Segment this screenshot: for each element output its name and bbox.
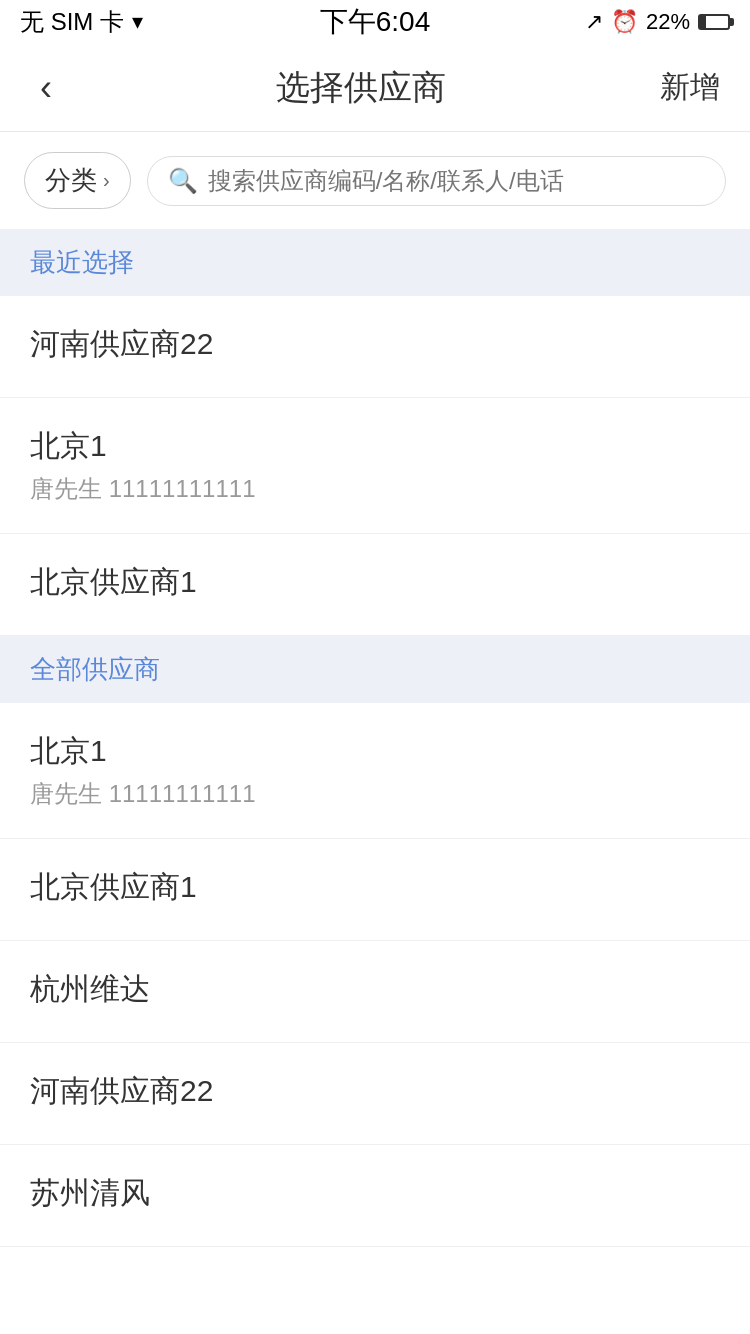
category-filter-button[interactable]: 分类 › — [24, 152, 131, 209]
list-item[interactable]: 北京1 唐先生 11111111111 — [0, 703, 750, 839]
list-item[interactable]: 河南供应商22 — [0, 296, 750, 398]
supplier-name: 北京1 — [30, 731, 720, 772]
status-right: ↗ ⏰ 22% — [585, 9, 730, 35]
supplier-name: 北京供应商1 — [30, 562, 720, 603]
supplier-name: 河南供应商22 — [30, 1071, 720, 1112]
new-action-button[interactable]: 新增 — [660, 67, 720, 108]
recent-section-header: 最近选择 — [0, 229, 750, 296]
search-input[interactable] — [208, 167, 705, 195]
supplier-name: 北京1 — [30, 426, 720, 467]
supplier-detail: 唐先生 11111111111 — [30, 778, 720, 810]
supplier-name: 苏州清风 — [30, 1173, 720, 1214]
supplier-detail: 唐先生 11111111111 — [30, 473, 720, 505]
supplier-name: 北京供应商1 — [30, 867, 720, 908]
location-icon: ↗ — [585, 9, 603, 35]
all-section-label: 全部供应商 — [30, 654, 160, 684]
recent-supplier-list: 河南供应商22 北京1 唐先生 11111111111 北京供应商1 — [0, 296, 750, 636]
nav-bar: ‹ 选择供应商 新增 — [0, 44, 750, 132]
page-title: 选择供应商 — [276, 65, 446, 111]
list-item[interactable]: 苏州清风 — [0, 1145, 750, 1247]
list-item[interactable]: 河南供应商22 — [0, 1043, 750, 1145]
supplier-name: 河南供应商22 — [30, 324, 720, 365]
list-item[interactable]: 北京供应商1 — [0, 534, 750, 636]
battery-text: 22% — [646, 9, 690, 35]
supplier-name: 杭州维达 — [30, 969, 720, 1010]
status-left: 无 SIM 卡 ▾ — [20, 6, 143, 38]
chevron-right-icon: › — [103, 169, 110, 192]
back-button[interactable]: ‹ — [30, 57, 62, 119]
all-section-header: 全部供应商 — [0, 636, 750, 703]
wifi-icon: ▾ — [132, 9, 143, 35]
status-time: 下午6:04 — [320, 3, 431, 41]
search-icon: 🔍 — [168, 167, 198, 195]
list-item[interactable]: 杭州维达 — [0, 941, 750, 1043]
carrier-text: 无 SIM 卡 — [20, 6, 124, 38]
list-item[interactable]: 北京1 唐先生 11111111111 — [0, 398, 750, 534]
category-label: 分类 — [45, 163, 97, 198]
all-supplier-list: 北京1 唐先生 11111111111 北京供应商1 杭州维达河南供应商22 苏州清风 — [0, 703, 750, 1247]
status-bar: 无 SIM 卡 ▾ 下午6:04 ↗ ⏰ 22% — [0, 0, 750, 44]
alarm-icon: ⏰ — [611, 9, 638, 35]
search-filter-area: 分类 › 🔍 — [0, 132, 750, 229]
battery-icon — [698, 14, 730, 30]
list-item[interactable]: 北京供应商1 — [0, 839, 750, 941]
search-box[interactable]: 🔍 — [147, 156, 726, 206]
recent-section-label: 最近选择 — [30, 247, 134, 277]
